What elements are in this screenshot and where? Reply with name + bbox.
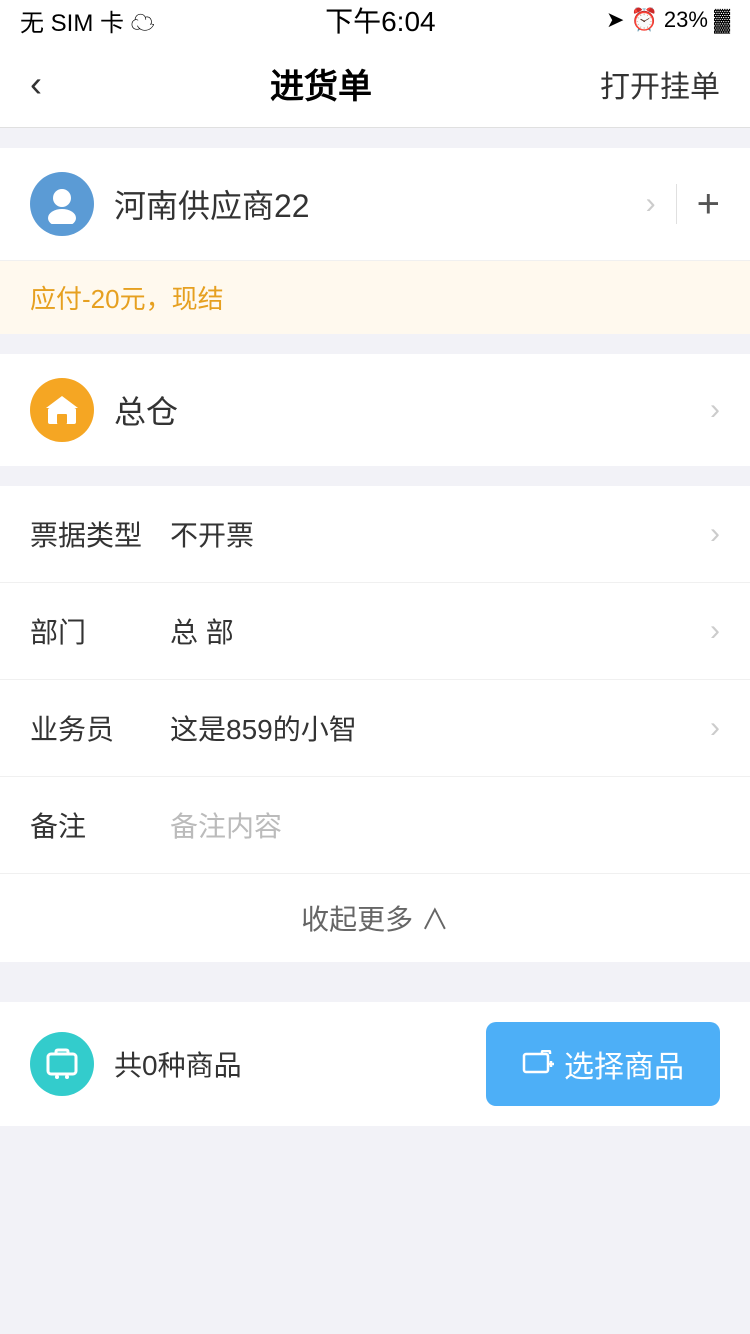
page-title: 进货单 [270,59,372,108]
salesperson-label: 业务员 [30,708,170,748]
status-left: 无 SIM 卡 ☁ [20,3,155,38]
alarm-icon: ⏰ [630,7,657,33]
supplier-section: 河南供应商22 › + 应付-20元，现结 [0,148,750,334]
open-pending-button[interactable]: 打开挂单 [600,62,720,106]
status-bar: 无 SIM 卡 ☁ 下午6:04 ➤ ⏰ 23% ▓ [0,0,750,40]
warehouse-chevron-icon: › [710,393,720,427]
invoice-type-value: 不开票 [170,514,710,554]
salesperson-row[interactable]: 业务员 这是859的小智 › [0,680,750,777]
supplier-chevron-icon: › [646,187,656,221]
department-row[interactable]: 部门 总 部 › [0,583,750,680]
supplier-avatar [30,172,94,236]
remark-row[interactable]: 备注 备注内容 [0,777,750,874]
nav-bar: ‹ 进货单 打开挂单 [0,40,750,128]
battery-label: 23% [664,7,708,33]
status-time: 下午6:04 [325,0,436,40]
invoice-type-row[interactable]: 票据类型 不开票 › [0,486,750,583]
department-label: 部门 [30,611,170,651]
goods-count-label: 共0种商品 [114,1044,466,1084]
collapse-button[interactable]: 收起更多 ∧ [0,874,750,962]
goods-icon-bg [30,1032,94,1096]
invoice-chevron-icon: › [710,517,720,551]
cart-icon [44,1046,80,1082]
alert-row: 应付-20元，现结 [0,261,750,334]
section-gap-3 [0,466,750,486]
bottom-bar: 共0种商品 选择商品 [0,1002,750,1126]
vertical-divider [676,184,677,224]
battery-icon: ▓ [714,7,730,33]
warehouse-name: 总仓 [114,387,710,433]
select-goods-label: 选择商品 [564,1042,684,1086]
department-chevron-icon: › [710,614,720,648]
section-gap-1 [0,128,750,148]
select-goods-icon [522,1050,554,1078]
select-goods-button[interactable]: 选择商品 [486,1022,720,1106]
location-icon: ➤ [606,7,624,33]
remark-label: 备注 [30,805,170,845]
section-gap-2 [0,334,750,354]
salesperson-chevron-icon: › [710,711,720,745]
warehouse-icon-bg [30,378,94,442]
back-button[interactable]: ‹ [30,63,42,105]
add-button[interactable]: + [697,182,720,227]
invoice-type-label: 票据类型 [30,514,170,554]
remark-placeholder: 备注内容 [170,805,720,845]
salesperson-value: 这是859的小智 [170,708,710,748]
sim-label: 无 SIM 卡 ☁ [20,3,155,38]
section-gap-4 [0,962,750,982]
supplier-name: 河南供应商22 [114,181,646,227]
supplier-row[interactable]: 河南供应商22 › + [0,148,750,261]
form-section: 票据类型 不开票 › 部门 总 部 › 业务员 这是859的小智 › 备注 备注… [0,486,750,962]
person-icon [42,184,82,224]
department-value: 总 部 [170,611,710,651]
status-right: ➤ ⏰ 23% ▓ [606,7,730,33]
warehouse-section: 总仓 › [0,354,750,466]
warehouse-icon [44,392,80,428]
warehouse-row[interactable]: 总仓 › [0,354,750,466]
